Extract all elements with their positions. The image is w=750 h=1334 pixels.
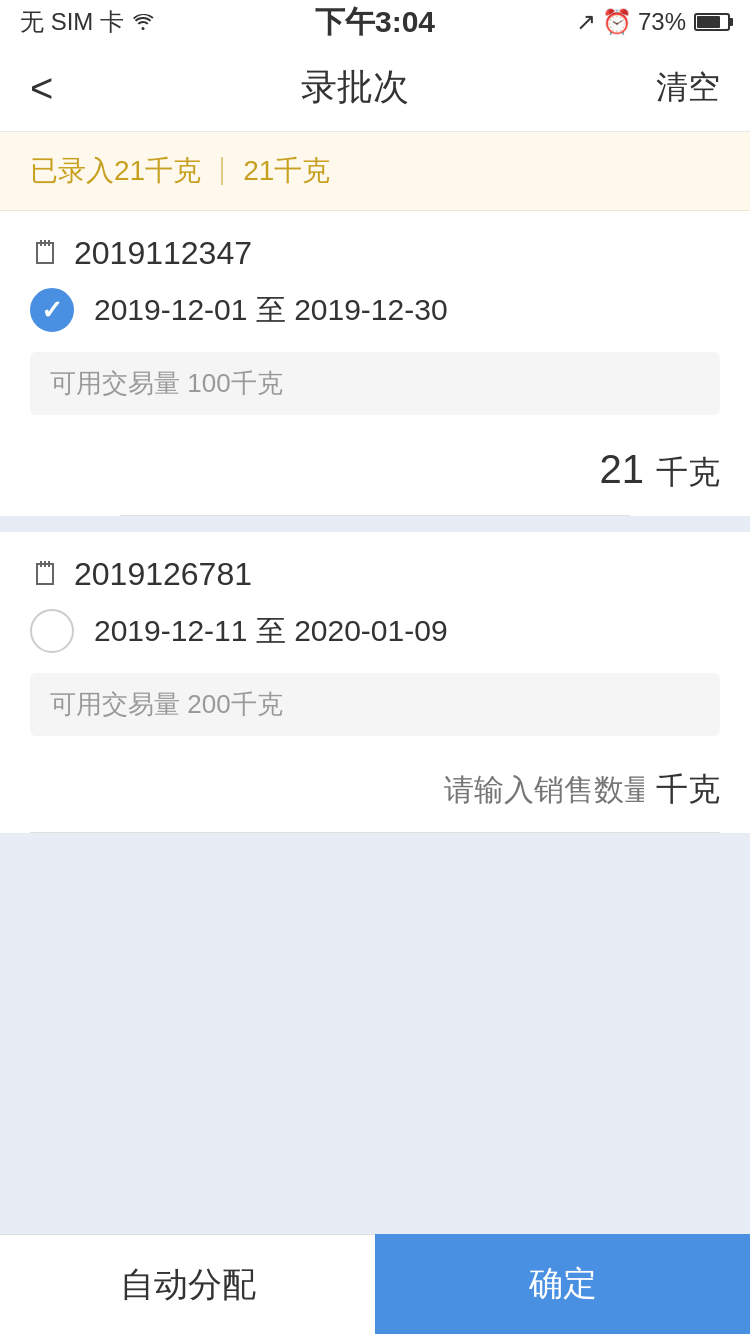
batch2-radio[interactable]	[30, 609, 74, 653]
batch2-availability: 可用交易量 200千克	[30, 673, 720, 736]
batch2-date: 2019-12-11 至 2020-01-09	[94, 611, 448, 652]
location-icon: ↗	[576, 8, 596, 36]
battery-percent: 73%	[638, 8, 686, 36]
batch2-header: 🗒 2019126781	[0, 532, 750, 603]
batch-card-2: 🗒 2019126781 2019-12-11 至 2020-01-09 可用交…	[0, 532, 750, 833]
batch2-row[interactable]: 2019-12-11 至 2020-01-09	[0, 603, 750, 663]
carrier-text: 无 SIM 卡	[20, 6, 124, 38]
wifi-icon	[132, 8, 154, 36]
batch1-unit: 千克	[656, 451, 720, 495]
section-separator-1	[0, 516, 750, 532]
auto-distribute-button[interactable]: 自动分配	[0, 1234, 375, 1334]
alarm-icon: ⏰	[602, 8, 632, 36]
batch1-amount-input[interactable]	[524, 447, 644, 492]
batch-card-1: 🗒 2019112347 2019-12-01 至 2019-12-30 可用交…	[0, 211, 750, 516]
status-time: 下午3:04	[315, 2, 435, 43]
status-left: 无 SIM 卡	[20, 6, 154, 38]
main-content: 🗒 2019112347 2019-12-01 至 2019-12-30 可用交…	[0, 211, 750, 1334]
batch1-row[interactable]: 2019-12-01 至 2019-12-30	[0, 282, 750, 342]
bottom-bar: 自动分配 确定	[0, 1234, 750, 1334]
empty-area	[0, 833, 750, 1273]
batch2-doc-icon: 🗒	[30, 556, 62, 593]
batch1-availability: 可用交易量 100千克	[30, 352, 720, 415]
batch2-id: 2019126781	[74, 556, 252, 593]
status-bar: 无 SIM 卡 下午3:04 ↗ ⏰ 73%	[0, 0, 750, 44]
batch1-radio[interactable]	[30, 288, 74, 332]
batch1-header: 🗒 2019112347	[0, 211, 750, 282]
batch2-qty-input[interactable]	[444, 773, 644, 807]
back-button[interactable]: <	[30, 68, 53, 108]
batch1-id: 2019112347	[74, 235, 252, 272]
batch1-doc-icon: 🗒	[30, 235, 62, 272]
battery-icon	[694, 13, 730, 31]
recorded-amount-tag: 已录入21千克	[30, 152, 201, 190]
batch2-qty-row: 千克	[0, 752, 750, 832]
page-title: 录批次	[301, 63, 409, 112]
info-banner: 已录入21千克 21千克	[0, 132, 750, 211]
confirm-button[interactable]: 确定	[375, 1234, 750, 1334]
nav-bar: < 录批次 清空	[0, 44, 750, 132]
recorded-amount-value: 21千克	[243, 152, 330, 190]
status-right: ↗ ⏰ 73%	[576, 8, 730, 36]
banner-divider	[221, 157, 223, 185]
clear-button[interactable]: 清空	[656, 66, 720, 110]
batch1-date: 2019-12-01 至 2019-12-30	[94, 290, 448, 331]
batch2-unit: 千克	[656, 768, 720, 812]
batch1-amount-row: 千克	[0, 431, 750, 515]
